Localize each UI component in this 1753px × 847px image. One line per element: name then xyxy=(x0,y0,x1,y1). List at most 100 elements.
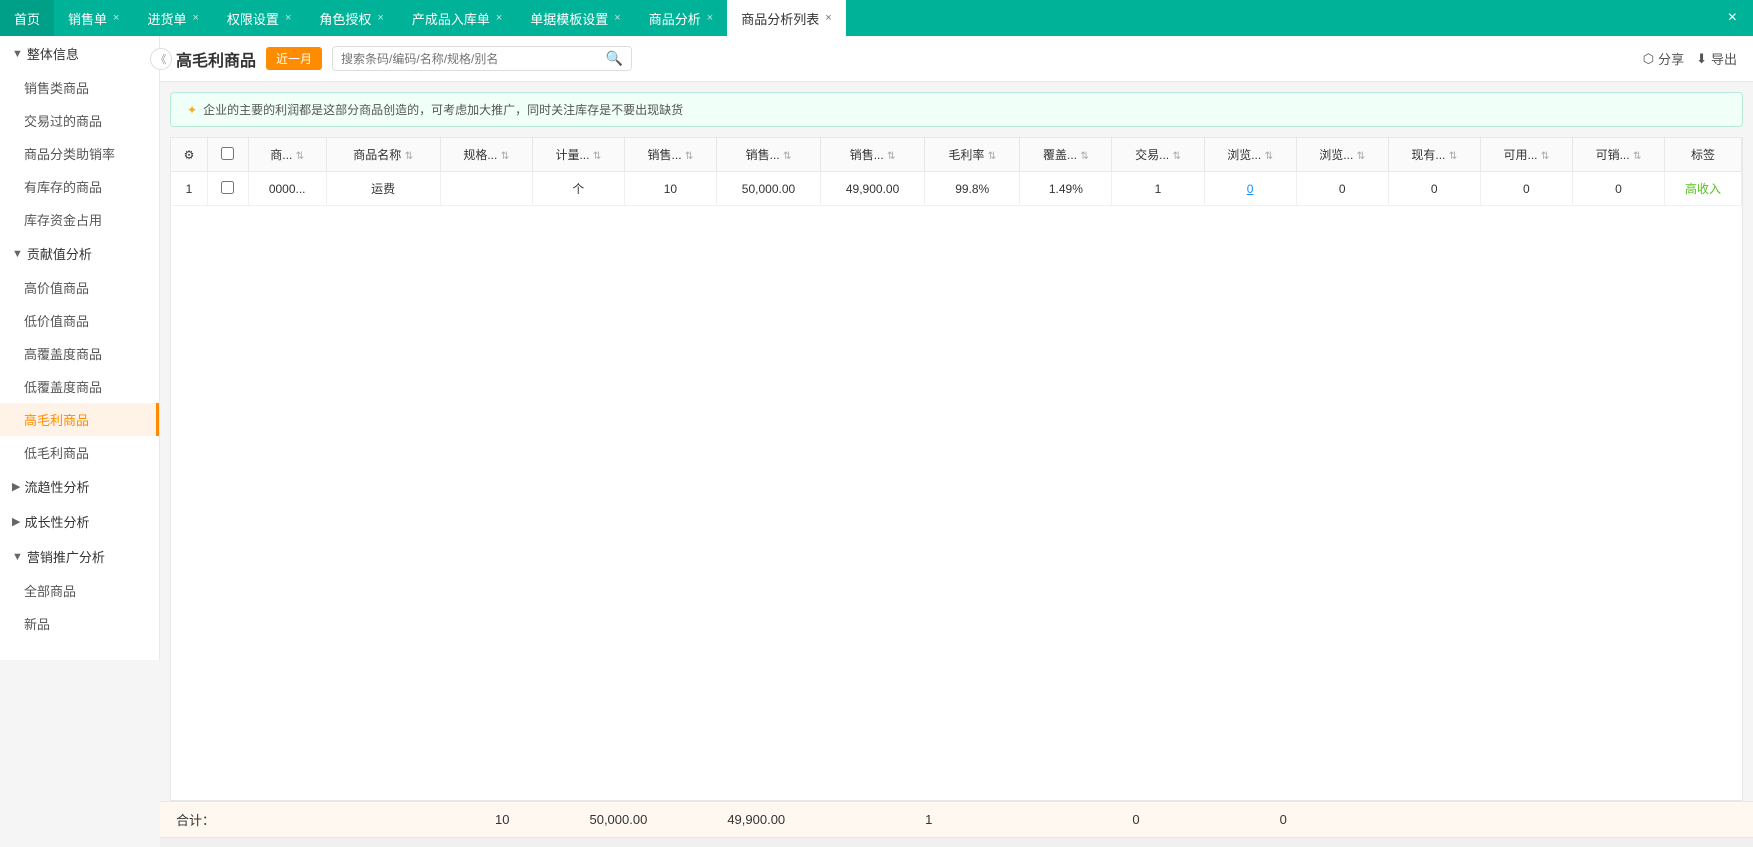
close-icon[interactable]: × xyxy=(614,12,620,24)
export-button[interactable]: ⬇ 导出 xyxy=(1696,49,1737,68)
close-icon[interactable]: × xyxy=(496,12,502,24)
col-view1[interactable]: 浏览... ⇅ xyxy=(1204,138,1296,172)
sort-icon[interactable]: ⇅ xyxy=(783,151,791,162)
col-sellable-stock[interactable]: 可销... ⇅ xyxy=(1572,138,1664,172)
select-all-checkbox[interactable] xyxy=(221,147,234,160)
sidebar-item-sales-goods[interactable]: 销售类商品 xyxy=(0,71,159,104)
row-checkbox[interactable] xyxy=(221,181,234,194)
sort-icon[interactable]: ⇅ xyxy=(1172,151,1180,162)
view1-link[interactable]: 0 xyxy=(1247,182,1254,196)
sidebar-item-in-stock-goods[interactable]: 有库存的商品 xyxy=(0,170,159,203)
sort-icon[interactable]: ⇅ xyxy=(593,151,601,162)
sort-icon[interactable]: ⇅ xyxy=(1449,151,1457,162)
footer-available-stock: 0 xyxy=(1280,812,1287,827)
sidebar-wrapper: ▼ 整体信息 销售类商品 交易过的商品 商品分类助销率 有库存的商品 库存资金占… xyxy=(0,36,160,847)
close-icon[interactable]: × xyxy=(377,12,383,24)
col-view2[interactable]: 浏览... ⇅ xyxy=(1296,138,1388,172)
close-all-button[interactable]: × xyxy=(1712,0,1753,36)
sidebar-item-low-coverage[interactable]: 低覆盖度商品 xyxy=(0,370,159,403)
cell-name: 运费 xyxy=(326,172,440,206)
footer-sales-amount: 50,000.00 xyxy=(589,812,647,827)
arrow-right-icon: ▶ xyxy=(12,480,20,493)
info-banner: ✦ 企业的主要的利润都是这部分商品创造的，可考虑加大推广，同时关注库存是不要出现… xyxy=(170,92,1743,127)
sort-icon[interactable]: ⇅ xyxy=(405,151,413,162)
filter-recent-month-button[interactable]: 近一月 xyxy=(266,47,322,70)
col-available-stock[interactable]: 可用... ⇅ xyxy=(1480,138,1572,172)
sidebar-group-marketing[interactable]: ▼ 营销推广分析 xyxy=(0,539,159,574)
cell-sales-cost: 49,900.00 xyxy=(821,172,925,206)
cell-view1[interactable]: 0 xyxy=(1204,172,1296,206)
sidebar-item-new-goods[interactable]: 新品 xyxy=(0,607,159,640)
sidebar-item-category-rate[interactable]: 商品分类助销率 xyxy=(0,137,159,170)
info-icon: ✦ xyxy=(187,103,197,117)
horizontal-scrollbar[interactable] xyxy=(160,837,1753,847)
cell-current-stock: 0 xyxy=(1388,172,1480,206)
data-table-container[interactable]: ⚙ 商... ⇅ 商品名称 ⇅ 规格... ⇅ 计量... ⇅ 销售... ⇅ … xyxy=(170,137,1743,801)
col-gross-margin[interactable]: 毛利率 ⇅ xyxy=(925,138,1020,172)
content-area: 高毛利商品 近一月 🔍 ⬡ 分享 ⬇ 导出 ✦ 企业的主要的利润都是这部分商品创… xyxy=(160,36,1753,847)
sort-icon[interactable]: ⇅ xyxy=(296,151,304,162)
sort-icon[interactable]: ⇅ xyxy=(1080,151,1088,162)
cell-view2: 0 xyxy=(1296,172,1388,206)
export-icon: ⬇ xyxy=(1696,51,1707,67)
col-sales-cost[interactable]: 销售... ⇅ xyxy=(821,138,925,172)
sidebar-item-high-coverage[interactable]: 高覆盖度商品 xyxy=(0,337,159,370)
col-code[interactable]: 商... ⇅ xyxy=(248,138,326,172)
sort-icon[interactable]: ⇅ xyxy=(988,151,996,162)
share-button[interactable]: ⬡ 分享 xyxy=(1643,49,1684,68)
col-checkbox[interactable] xyxy=(207,138,248,172)
col-sales-qty[interactable]: 销售... ⇅ xyxy=(624,138,716,172)
cell-code: 0000... xyxy=(248,172,326,206)
close-icon[interactable]: × xyxy=(825,12,831,24)
footer-sales-qty: 10 xyxy=(495,812,509,827)
sidebar-collapse-button[interactable]: 《 xyxy=(150,48,172,70)
sort-icon[interactable]: ⇅ xyxy=(685,151,693,162)
close-icon[interactable]: × xyxy=(192,12,198,24)
nav-product-analysis-list[interactable]: 商品分析列表 × xyxy=(727,0,845,36)
col-coverage[interactable]: 覆盖... ⇅ xyxy=(1020,138,1112,172)
nav-permission-settings[interactable]: 权限设置 × xyxy=(213,0,305,36)
col-current-stock[interactable]: 现有... ⇅ xyxy=(1388,138,1480,172)
search-icon[interactable]: 🔍 xyxy=(606,50,623,67)
sort-icon[interactable]: ⇅ xyxy=(887,151,895,162)
close-icon[interactable]: × xyxy=(113,12,119,24)
nav-product-inbound[interactable]: 产成品入库单 × xyxy=(398,0,516,36)
arrow-right-icon: ▶ xyxy=(12,515,20,528)
cell-checkbox[interactable] xyxy=(207,172,248,206)
nav-product-analysis[interactable]: 商品分析 × xyxy=(635,0,727,36)
sidebar-item-low-value[interactable]: 低价值商品 xyxy=(0,304,159,337)
sort-icon[interactable]: ⇅ xyxy=(1633,151,1641,162)
col-settings[interactable]: ⚙ xyxy=(171,138,207,172)
col-spec[interactable]: 规格... ⇅ xyxy=(440,138,532,172)
sort-icon[interactable]: ⇅ xyxy=(501,151,509,162)
sidebar-group-growth[interactable]: ▶ 成长性分析 xyxy=(0,504,159,539)
col-name[interactable]: 商品名称 ⇅ xyxy=(326,138,440,172)
sidebar-item-high-value[interactable]: 高价值商品 xyxy=(0,271,159,304)
close-icon[interactable]: × xyxy=(285,12,291,24)
close-icon[interactable]: × xyxy=(707,12,713,24)
nav-home[interactable]: 首页 xyxy=(0,0,54,36)
cell-tag: 高收入 xyxy=(1665,172,1742,206)
sort-icon[interactable]: ⇅ xyxy=(1265,151,1273,162)
sort-icon[interactable]: ⇅ xyxy=(1541,151,1549,162)
nav-sales-order[interactable]: 销售单 × xyxy=(54,0,133,36)
sidebar-item-low-margin[interactable]: 低毛利商品 xyxy=(0,436,159,469)
sidebar-item-all-goods[interactable]: 全部商品 xyxy=(0,574,159,607)
sort-icon[interactable]: ⇅ xyxy=(1357,151,1365,162)
search-input[interactable] xyxy=(341,52,606,66)
col-unit[interactable]: 计量... ⇅ xyxy=(532,138,624,172)
nav-purchase-order[interactable]: 进货单 × xyxy=(133,0,212,36)
sidebar-item-traded-goods[interactable]: 交易过的商品 xyxy=(0,104,159,137)
col-transaction[interactable]: 交易... ⇅ xyxy=(1112,138,1204,172)
arrow-down-icon: ▼ xyxy=(12,48,23,60)
nav-template-settings[interactable]: 单据模板设置 × xyxy=(516,0,634,36)
col-tag[interactable]: 标签 xyxy=(1665,138,1742,172)
footer-totals-bar: 合计： 10 50,000.00 49,900.00 1 0 0 xyxy=(160,801,1753,837)
sidebar-group-contribution[interactable]: ▼ 贡献值分析 xyxy=(0,236,159,271)
sidebar-item-stock-capital[interactable]: 库存资金占用 xyxy=(0,203,159,236)
nav-role-auth[interactable]: 角色授权 × xyxy=(305,0,397,36)
sidebar-group-overall[interactable]: ▼ 整体信息 xyxy=(0,36,159,71)
sidebar-item-high-margin[interactable]: 高毛利商品 xyxy=(0,403,159,436)
sidebar-group-trend[interactable]: ▶ 流趋性分析 xyxy=(0,469,159,504)
col-sales-amount[interactable]: 销售... ⇅ xyxy=(716,138,820,172)
